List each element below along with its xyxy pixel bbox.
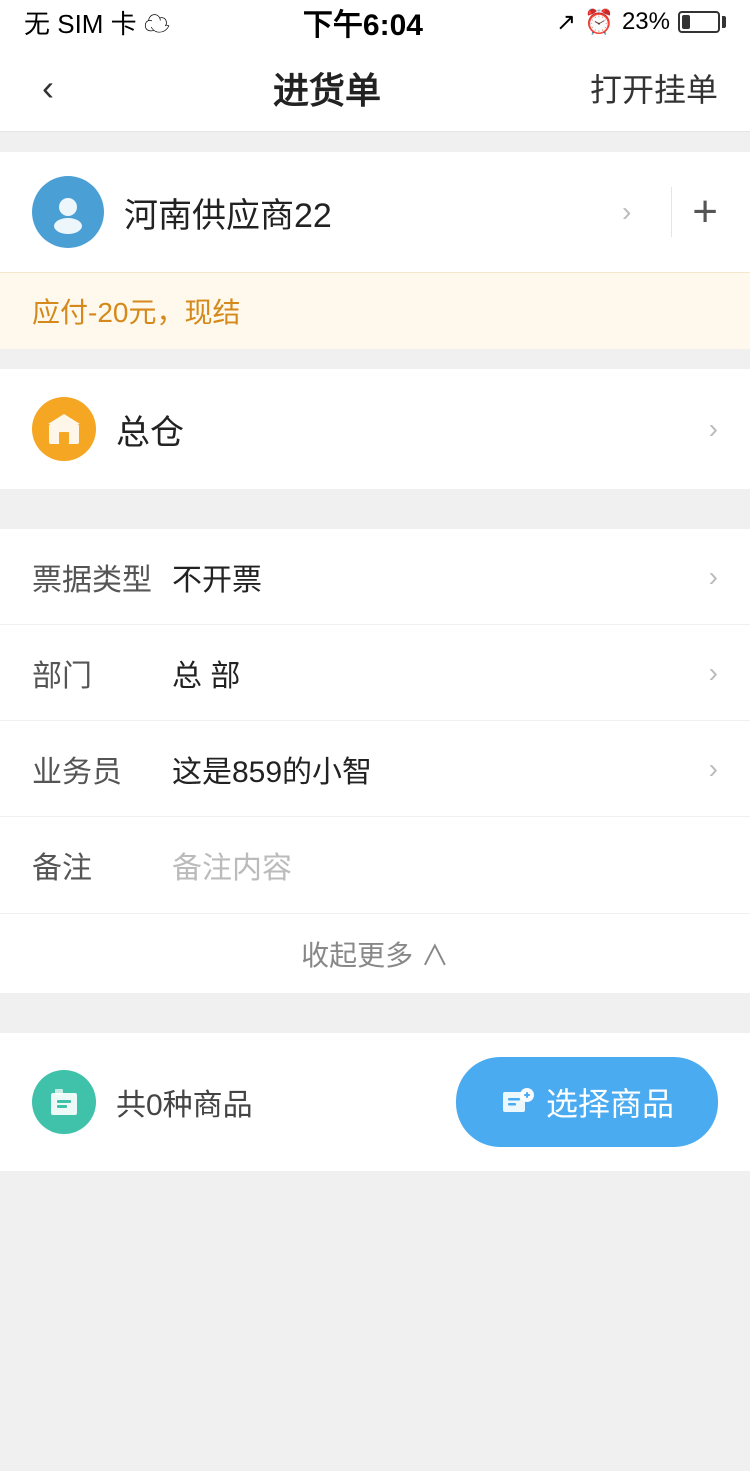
- select-product-button[interactable]: 选择商品: [456, 1057, 718, 1147]
- section-divider-1: [0, 132, 750, 152]
- supplier-row[interactable]: 河南供应商22 › +: [0, 152, 750, 272]
- supplier-arrow-icon: ›: [622, 196, 631, 228]
- salesperson-label: 业务员: [32, 747, 152, 791]
- form-row-salesperson[interactable]: 业务员 这是859的小智 ›: [0, 721, 750, 817]
- gray-area: [0, 1171, 750, 1471]
- remark-placeholder: 备注内容: [172, 843, 718, 887]
- department-value: 总 部: [172, 651, 709, 695]
- warehouse-section: 总仓 ›: [0, 369, 750, 489]
- form-row-department[interactable]: 部门 总 部 ›: [0, 625, 750, 721]
- department-arrow-icon: ›: [709, 657, 718, 689]
- section-divider-3: [0, 489, 750, 509]
- status-right: ↗ ⏰ 23%: [556, 8, 726, 37]
- supplier-section: 河南供应商22 › + 应付-20元，现结: [0, 152, 750, 349]
- collapse-more-button[interactable]: 收起更多 ∧: [0, 913, 750, 993]
- notice-banner: 应付-20元，现结: [0, 272, 750, 349]
- remark-label: 备注: [32, 843, 152, 887]
- form-row-remark[interactable]: 备注 备注内容: [0, 817, 750, 913]
- location-icon: ↗: [556, 8, 576, 37]
- signal-text: 无 SIM 卡 ☁: [24, 4, 170, 41]
- bottom-bar: 共0种商品 选择商品: [0, 1033, 750, 1171]
- salesperson-value: 这是859的小智: [172, 747, 709, 791]
- vertical-divider: [671, 187, 672, 237]
- product-icon: [32, 1070, 96, 1134]
- battery-percent: 23%: [622, 8, 670, 36]
- invoice-arrow-icon: ›: [709, 561, 718, 593]
- nav-bar: ‹ 进货单 打开挂单: [0, 44, 750, 132]
- section-divider-4: [0, 993, 750, 1013]
- page-title: 进货单: [273, 62, 381, 114]
- supplier-name: 河南供应商22: [124, 188, 602, 237]
- select-btn-label: 选择商品: [546, 1079, 674, 1125]
- warehouse-name: 总仓: [116, 405, 689, 454]
- warehouse-arrow-icon: ›: [709, 413, 718, 445]
- open-pending-button[interactable]: 打开挂单: [590, 65, 718, 111]
- alarm-icon: ⏰: [584, 8, 614, 37]
- form-row-invoice[interactable]: 票据类型 不开票 ›: [0, 529, 750, 625]
- status-time: 下午6:04: [303, 0, 423, 44]
- salesperson-arrow-icon: ›: [709, 753, 718, 785]
- battery-icon: [678, 11, 726, 33]
- status-left: 无 SIM 卡 ☁: [24, 4, 170, 41]
- form-section: 票据类型 不开票 › 部门 总 部 › 业务员 这是859的小智 › 备注 备注…: [0, 529, 750, 913]
- status-bar: 无 SIM 卡 ☁ 下午6:04 ↗ ⏰ 23%: [0, 0, 750, 44]
- back-button[interactable]: ‹: [32, 57, 64, 119]
- department-label: 部门: [32, 651, 152, 695]
- warehouse-icon: [32, 397, 96, 461]
- invoice-value: 不开票: [172, 555, 709, 599]
- supplier-avatar: [32, 176, 104, 248]
- warehouse-row[interactable]: 总仓 ›: [0, 369, 750, 489]
- add-supplier-button[interactable]: +: [692, 187, 718, 237]
- product-count-label: 共0种商品: [116, 1080, 436, 1124]
- section-divider-2: [0, 349, 750, 369]
- invoice-label: 票据类型: [32, 555, 152, 599]
